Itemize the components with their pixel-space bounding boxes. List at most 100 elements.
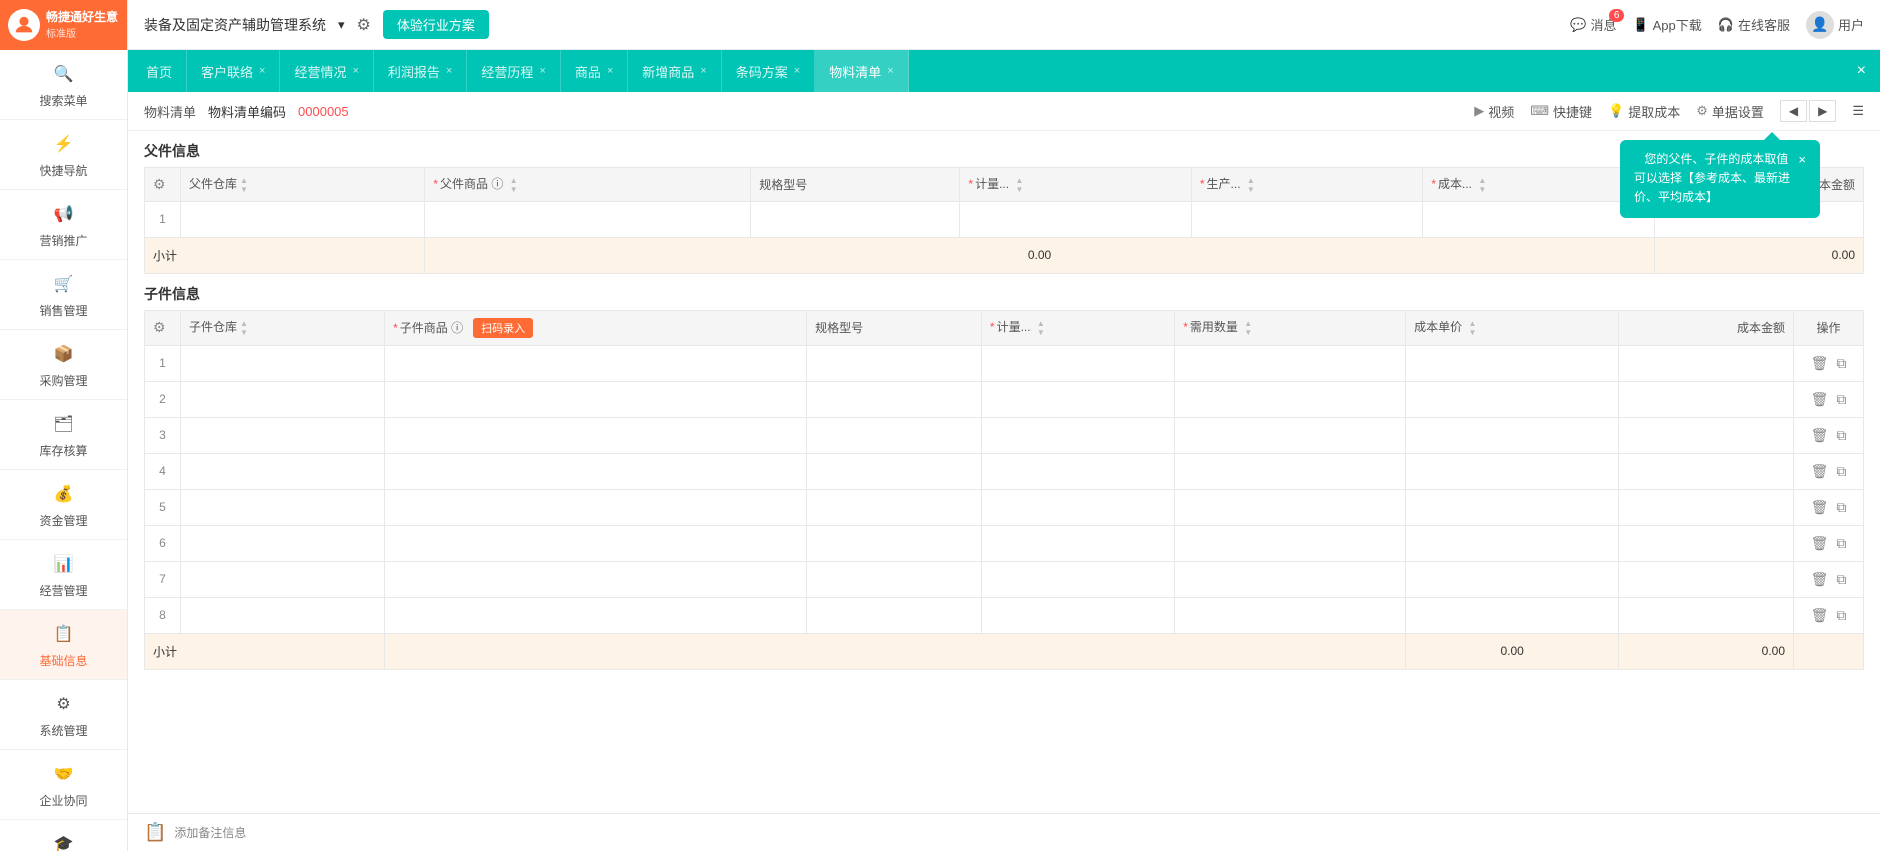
nav-tab-客户联络[interactable]: 客户联络 × xyxy=(187,50,280,92)
nav-tab-经营情况[interactable]: 经营情况 × xyxy=(280,50,373,92)
marketing-icon: 📢 xyxy=(50,200,78,228)
content-toolbar: ▶ 视频 ⌨ 快捷键 💡 提取成本 ⚙ 单据设置 ◀ ▶ xyxy=(1474,100,1864,122)
child-col-ops: 操作 xyxy=(1794,310,1864,345)
delete-icon[interactable]: 🗑 xyxy=(1811,535,1829,552)
sidebar-item-guide[interactable]: 🎓 新手引导 xyxy=(0,820,127,851)
nav-tab-条码方案[interactable]: 条码方案 × xyxy=(722,50,815,92)
system-title: 装备及固定资产辅助管理系统 xyxy=(144,15,326,35)
delete-icon[interactable]: 🗑 xyxy=(1811,355,1829,372)
trial-btn[interactable]: 体验行业方案 xyxy=(383,10,489,39)
sidebar-item-marketing[interactable]: 📢 营销推广 xyxy=(0,190,127,260)
scan-input-btn[interactable]: 扫码录入 xyxy=(473,318,533,338)
table-row: 6 🗑 ⧉ xyxy=(145,525,1864,561)
list-view-btn[interactable]: ☰ xyxy=(1852,103,1864,119)
nav-tab-新增商品[interactable]: 新增商品 × xyxy=(628,50,721,92)
sidebar-item-label: 库存核算 xyxy=(39,442,87,459)
inventory-icon: 🗂 xyxy=(50,410,78,438)
sidebar-item-finance[interactable]: 💰 资金管理 xyxy=(0,470,127,540)
next-page-btn[interactable]: ▶ xyxy=(1809,100,1836,122)
close-all-tabs-btn[interactable]: × xyxy=(1847,62,1876,80)
child-col-unit-cost: 成本单价 ▲▼ xyxy=(1406,310,1619,345)
cost-tooltip: × 您的父件、子件的成本取值可以选择【参考成本、最新进价、平均成本】 xyxy=(1620,140,1820,218)
tab-close-btn[interactable]: × xyxy=(700,65,706,77)
delete-icon[interactable]: 🗑 xyxy=(1811,571,1829,588)
copy-icon[interactable]: ⧉ xyxy=(1836,499,1846,516)
delete-icon[interactable]: 🗑 xyxy=(1811,499,1829,516)
online-service-btn[interactable]: 🎧 在线客服 xyxy=(1718,15,1790,34)
tab-close-btn[interactable]: × xyxy=(887,65,893,77)
main-area: 装备及固定资产辅助管理系统 ▾ ⚙ 体验行业方案 💬 6 消息 📱 App下载 … xyxy=(128,0,1880,851)
copy-icon[interactable]: ⧉ xyxy=(1836,391,1846,408)
sidebar-item-purchase[interactable]: 📦 采购管理 xyxy=(0,330,127,400)
extract-cost-btn[interactable]: 💡 提取成本 xyxy=(1608,102,1680,121)
sidebar-item-shortcut[interactable]: ⚡ 快捷导航 xyxy=(0,120,127,190)
nav-tab-物料清单[interactable]: 物料清单 × xyxy=(815,50,908,92)
tooltip-close-btn[interactable]: × xyxy=(1798,150,1806,171)
tab-close-btn[interactable]: × xyxy=(352,65,358,77)
copy-icon[interactable]: ⧉ xyxy=(1836,355,1846,372)
basic-icon: 📋 xyxy=(50,620,78,648)
tab-close-btn[interactable]: × xyxy=(794,65,800,77)
tab-close-btn[interactable]: × xyxy=(259,65,265,77)
copy-icon[interactable]: ⧉ xyxy=(1836,571,1846,588)
nav-tab-利润报告[interactable]: 利润报告 × xyxy=(374,50,467,92)
child-col-spec: 规格型号 xyxy=(807,310,982,345)
single-settings-btn[interactable]: ⚙ 单据设置 xyxy=(1696,102,1764,121)
header-right: 💬 6 消息 📱 App下载 🎧 在线客服 👤 用户 xyxy=(1570,11,1864,39)
parent-gear-icon[interactable]: ⚙ xyxy=(153,176,166,192)
parent-section-title: 父件信息 xyxy=(144,131,1864,167)
sidebar-item-operations[interactable]: 📊 经营管理 xyxy=(0,540,127,610)
messages-btn[interactable]: 💬 6 消息 xyxy=(1570,15,1616,34)
view-video-btn[interactable]: ▶ 视频 xyxy=(1474,102,1514,121)
sub-breadcrumb-bar: 物料清单 物料清单编码 0000005 ▶ 视频 ⌨ 快捷键 💡 提取成本 ⚙ xyxy=(128,92,1880,131)
nav-tab-商品[interactable]: 商品 × xyxy=(561,50,628,92)
copy-icon[interactable]: ⧉ xyxy=(1836,535,1846,552)
nav-tab-经营历程[interactable]: 经营历程 × xyxy=(467,50,560,92)
finance-icon: 💰 xyxy=(50,480,78,508)
note-hint[interactable]: 添加备注信息 xyxy=(174,824,246,841)
tab-close-btn[interactable]: × xyxy=(607,65,613,77)
table-row: 1 🗑 ⧉ xyxy=(145,345,1864,381)
delete-icon[interactable]: 🗑 xyxy=(1811,427,1829,444)
copy-icon[interactable]: ⧉ xyxy=(1836,607,1846,624)
view-label: 视频 xyxy=(1488,102,1514,121)
delete-icon[interactable]: 🗑 xyxy=(1811,463,1829,480)
user-menu-btn[interactable]: 👤 用户 xyxy=(1806,11,1864,39)
shortcut-btn[interactable]: ⌨ 快捷键 xyxy=(1530,102,1592,121)
sidebar-item-system[interactable]: ⚙ 系统管理 xyxy=(0,680,127,750)
settings-gear-btn[interactable]: ⚙ xyxy=(357,15,371,35)
child-section-title: 子件信息 xyxy=(144,274,1864,310)
breadcrumb-code: 0000005 xyxy=(298,104,349,119)
tab-close-btn[interactable]: × xyxy=(539,65,545,77)
app-download-btn[interactable]: 📱 App下载 xyxy=(1632,15,1701,34)
nav-tab-首页[interactable]: 首页 xyxy=(132,50,187,92)
sidebar-item-enterprise[interactable]: 🤝 企业协同 xyxy=(0,750,127,820)
sidebar-item-sales[interactable]: 🛒 销售管理 xyxy=(0,260,127,330)
search-icon: 🔍 xyxy=(50,60,78,88)
page-nav-btns: ◀ ▶ xyxy=(1780,100,1836,122)
sidebar-item-basic[interactable]: 📋 基础信息 xyxy=(0,610,127,680)
tab-close-btn[interactable]: × xyxy=(446,65,452,77)
top-header: 装备及固定资产辅助管理系统 ▾ ⚙ 体验行业方案 💬 6 消息 📱 App下载 … xyxy=(128,0,1880,50)
copy-icon[interactable]: ⧉ xyxy=(1836,427,1846,444)
table-row: 5 🗑 ⧉ xyxy=(145,489,1864,525)
sales-icon: 🛒 xyxy=(50,270,78,298)
list-icon: ☰ xyxy=(1852,103,1864,119)
sidebar-item-label: 经营管理 xyxy=(39,582,87,599)
sidebar-item-inventory[interactable]: 🗂 库存核算 xyxy=(0,400,127,470)
sidebar: 畅捷通好生意 标准版 🔍 搜索菜单 ⚡ 快捷导航 📢 营销推广 🛒 销售管理 📦… xyxy=(0,0,128,851)
system-select-btn[interactable]: ▾ xyxy=(338,17,345,33)
delete-icon[interactable]: 🗑 xyxy=(1811,391,1829,408)
parent-col-unit: *计量... ▲▼ xyxy=(960,168,1191,202)
sidebar-item-search[interactable]: 🔍 搜索菜单 xyxy=(0,50,127,120)
parent-subtotal-row: 小计 0.00 0.00 xyxy=(145,237,1864,273)
sidebar-item-label: 快捷导航 xyxy=(39,162,87,179)
breadcrumb-item-1[interactable]: 物料清单 xyxy=(144,102,196,121)
table-row: 4 🗑 ⧉ xyxy=(145,453,1864,489)
table-row: 2 🗑 ⧉ xyxy=(145,381,1864,417)
user-label: 用户 xyxy=(1838,15,1864,34)
prev-page-btn[interactable]: ◀ xyxy=(1780,100,1807,122)
copy-icon[interactable]: ⧉ xyxy=(1836,463,1846,480)
child-gear-icon[interactable]: ⚙ xyxy=(153,319,166,335)
delete-icon[interactable]: 🗑 xyxy=(1811,607,1829,624)
